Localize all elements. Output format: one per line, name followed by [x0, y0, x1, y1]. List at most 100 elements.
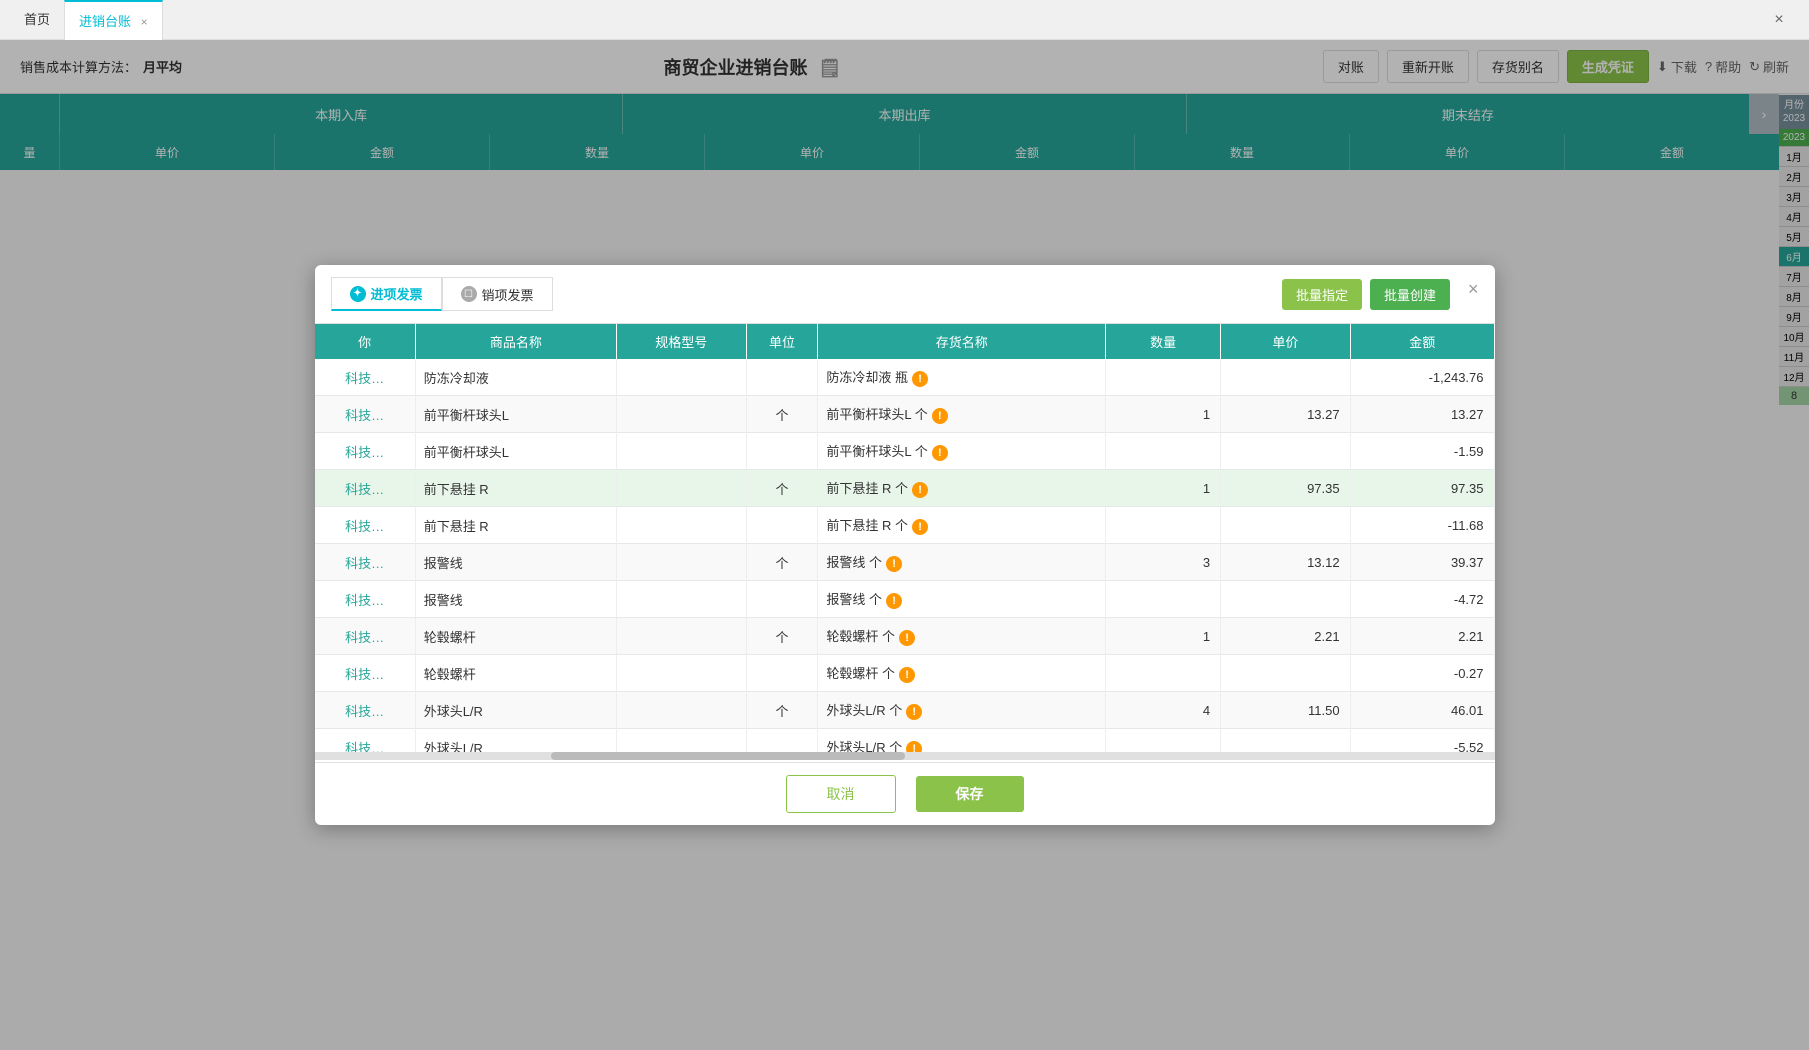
warning-icon: ! [912, 371, 928, 387]
cell-amount: -0.27 [1350, 655, 1494, 692]
cell-spec [617, 359, 746, 396]
tab-ledger[interactable]: 进销台账 × [64, 0, 163, 40]
cell-inventory: 防冻冷却液 瓶! [818, 359, 1106, 396]
cell-unit: 个 [746, 396, 818, 433]
cell-product: 轮毂螺杆 [415, 655, 616, 692]
cell-unit [746, 507, 818, 544]
horizontal-scrollbar[interactable] [315, 752, 1495, 760]
warning-icon: ! [912, 519, 928, 535]
warning-icon: ! [906, 741, 922, 752]
cell-amount: -4.72 [1350, 581, 1494, 618]
cell-amount: 97.35 [1350, 470, 1494, 507]
cell-supplier: 科技… [315, 396, 416, 433]
cell-supplier: 科技… [315, 433, 416, 470]
cell-spec [617, 581, 746, 618]
cell-product: 报警线 [415, 581, 616, 618]
dialog: ✦ 进项发票 ☐ 销项发票 批量指定 批量创建 × [315, 265, 1495, 825]
dialog-footer: 取消 保存 [315, 762, 1495, 825]
cell-unit [746, 729, 818, 753]
cell-inventory: 前平衡杆球头L 个! [818, 433, 1106, 470]
cell-product: 轮毂螺杆 [415, 618, 616, 655]
cell-price [1221, 655, 1350, 692]
cell-unit: 个 [746, 544, 818, 581]
cell-spec [617, 618, 746, 655]
window-close-button[interactable]: × [1759, 0, 1799, 40]
table-row[interactable]: 科技… 前平衡杆球头L 前平衡杆球头L 个! -1.59 [315, 433, 1495, 470]
cell-amount: -11.68 [1350, 507, 1494, 544]
table-row[interactable]: 科技… 防冻冷却液 防冻冷却液 瓶! -1,243.76 [315, 359, 1495, 396]
main-content: 销售成本计算方法： 月平均 商贸企业进销台账 🗒 对账 重新开账 存货别名 生成… [0, 40, 1809, 1050]
th-product: 商品名称 [415, 324, 616, 359]
dialog-table-container[interactable]: 你 商品名称 规格型号 单位 存货名称 数量 单价 金额 科技… 防冻冷却液 [315, 324, 1495, 752]
cell-unit: 个 [746, 692, 818, 729]
purchase-tab-icon: ✦ [350, 286, 366, 302]
dialog-close-button[interactable]: × [1468, 279, 1479, 310]
save-button[interactable]: 保存 [916, 776, 1024, 812]
cell-price: 97.35 [1221, 470, 1350, 507]
cell-spec [617, 470, 746, 507]
invoice-table-body: 科技… 防冻冷却液 防冻冷却液 瓶! -1,243.76 科技… 前平衡杆球头L… [315, 359, 1495, 752]
cell-unit: 个 [746, 618, 818, 655]
batch-create-button[interactable]: 批量创建 [1370, 279, 1450, 310]
table-row[interactable]: 科技… 外球头L/R 外球头L/R 个! -5.52 [315, 729, 1495, 753]
tab-sales-invoice[interactable]: ☐ 销项发票 [442, 277, 553, 311]
tab-close-icon[interactable]: × [141, 15, 148, 29]
dialog-header: ✦ 进项发票 ☐ 销项发票 批量指定 批量创建 × [315, 265, 1495, 324]
cell-price [1221, 581, 1350, 618]
cell-inventory: 前下悬挂 R 个! [818, 470, 1106, 507]
th-unit: 单位 [746, 324, 818, 359]
cancel-button[interactable]: 取消 [786, 775, 896, 813]
cell-qty: 1 [1106, 618, 1221, 655]
batch-assign-button[interactable]: 批量指定 [1282, 279, 1362, 310]
cell-product: 前下悬挂 R [415, 507, 616, 544]
cell-supplier: 科技… [315, 729, 416, 753]
table-row[interactable]: 科技… 前平衡杆球头L 个 前平衡杆球头L 个! 1 13.27 13.27 [315, 396, 1495, 433]
cell-qty [1106, 359, 1221, 396]
table-row[interactable]: 科技… 前下悬挂 R 前下悬挂 R 个! -11.68 [315, 507, 1495, 544]
cell-price: 2.21 [1221, 618, 1350, 655]
cell-supplier: 科技… [315, 507, 416, 544]
tab-purchase-invoice[interactable]: ✦ 进项发票 [331, 277, 442, 311]
cell-price [1221, 359, 1350, 396]
cell-amount: 13.27 [1350, 396, 1494, 433]
cell-unit [746, 359, 818, 396]
cell-unit [746, 581, 818, 618]
cell-price [1221, 729, 1350, 753]
top-tab-bar: 首页 进销台账 × × [0, 0, 1809, 40]
invoice-table: 你 商品名称 规格型号 单位 存货名称 数量 单价 金额 科技… 防冻冷却液 [315, 324, 1495, 752]
cell-spec [617, 692, 746, 729]
cell-product: 外球头L/R [415, 692, 616, 729]
cell-amount: 39.37 [1350, 544, 1494, 581]
dialog-header-actions: 批量指定 批量创建 × [1282, 279, 1479, 310]
cell-qty [1106, 655, 1221, 692]
cell-product: 前下悬挂 R [415, 470, 616, 507]
cell-inventory: 轮毂螺杆 个! [818, 655, 1106, 692]
table-row[interactable]: 科技… 轮毂螺杆 个 轮毂螺杆 个! 1 2.21 2.21 [315, 618, 1495, 655]
table-row[interactable]: 科技… 报警线 个 报警线 个! 3 13.12 39.37 [315, 544, 1495, 581]
cell-amount: -1,243.76 [1350, 359, 1494, 396]
cell-supplier: 科技… [315, 655, 416, 692]
table-row[interactable]: 科技… 报警线 报警线 个! -4.72 [315, 581, 1495, 618]
tab-home[interactable]: 首页 [10, 0, 64, 40]
cell-inventory: 报警线 个! [818, 544, 1106, 581]
cell-spec [617, 655, 746, 692]
cell-qty [1106, 433, 1221, 470]
cell-product: 报警线 [415, 544, 616, 581]
warning-icon: ! [912, 482, 928, 498]
table-row[interactable]: 科技… 轮毂螺杆 轮毂螺杆 个! -0.27 [315, 655, 1495, 692]
tab-ledger-label: 进销台账 [79, 14, 131, 29]
th-spec: 规格型号 [617, 324, 746, 359]
th-amount: 金额 [1350, 324, 1494, 359]
cell-qty: 3 [1106, 544, 1221, 581]
cell-supplier: 科技… [315, 544, 416, 581]
table-row[interactable]: 科技… 前下悬挂 R 个 前下悬挂 R 个! 1 97.35 97.35 [315, 470, 1495, 507]
dialog-overlay: ✦ 进项发票 ☐ 销项发票 批量指定 批量创建 × [0, 40, 1809, 1050]
cell-inventory: 外球头L/R 个! [818, 692, 1106, 729]
table-row[interactable]: 科技… 外球头L/R 个 外球头L/R 个! 4 11.50 46.01 [315, 692, 1495, 729]
cell-spec [617, 433, 746, 470]
cell-supplier: 科技… [315, 470, 416, 507]
cell-qty [1106, 581, 1221, 618]
cell-spec [617, 507, 746, 544]
cell-spec [617, 396, 746, 433]
cell-product: 外球头L/R [415, 729, 616, 753]
